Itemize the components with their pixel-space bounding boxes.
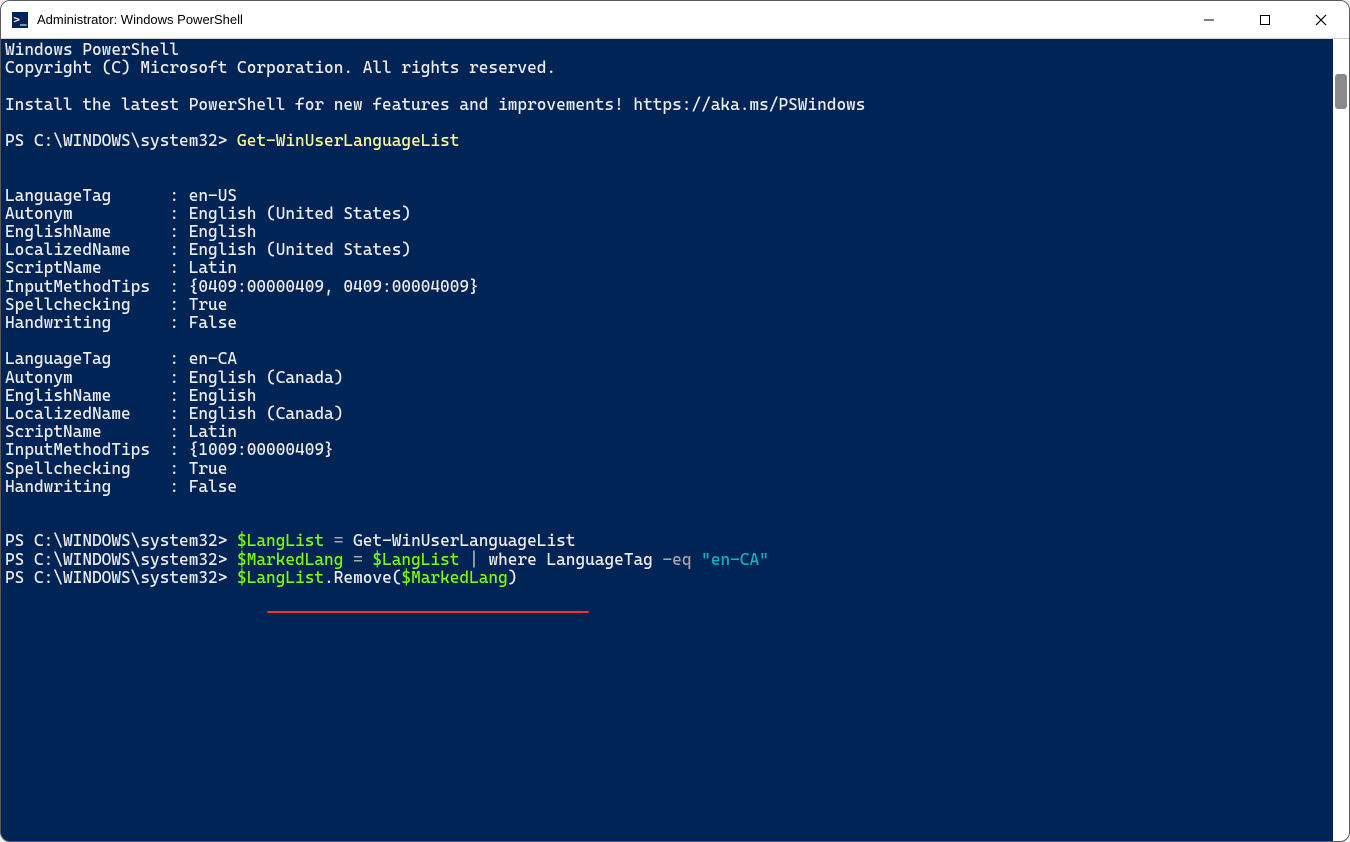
lang1-english: EnglishName : English: [5, 222, 256, 241]
lang2-hand: Handwriting : False: [5, 477, 237, 496]
where-b: where: [488, 550, 536, 569]
window-title: Administrator: Windows PowerShell: [37, 12, 1181, 27]
console-area: Windows PowerShell Copyright (C) Microso…: [1, 39, 1349, 841]
var-marked-c: $MarkedLang: [401, 568, 507, 587]
prompt-2: PS C:\WINDOWS\system32>: [5, 531, 227, 550]
powershell-icon-glyph: >_: [13, 13, 26, 26]
lang1-localized: LocalizedName : English (United States): [5, 240, 411, 259]
var-marked-b: $MarkedLang: [237, 550, 343, 569]
command-1: Get-WinUserLanguageList: [237, 131, 459, 150]
lang2-spell: Spellchecking : True: [5, 459, 227, 478]
prompt-4: PS C:\WINDOWS\system32>: [5, 568, 227, 587]
eq-a: =: [324, 531, 353, 550]
lang2-english: EnglishName : English: [5, 386, 256, 405]
header-line2: Copyright (C) Microsoft Corporation. All…: [5, 58, 556, 77]
lang2-tag: LanguageTag : en-CA: [5, 349, 237, 368]
lang1-input: InputMethodTips : {0409:00000409, 0409:0…: [5, 277, 479, 296]
annotation-underline: [267, 611, 589, 613]
lang1-spell: Spellchecking : True: [5, 295, 227, 314]
close-c: ): [508, 568, 518, 587]
lang2-localized: LocalizedName : English (Canada): [5, 404, 343, 423]
var-langlist-c: $LangList: [237, 568, 324, 587]
prompt-3: PS C:\WINDOWS\system32>: [5, 550, 227, 569]
window-controls: [1181, 1, 1349, 38]
scrollbar-track[interactable]: [1333, 39, 1349, 841]
header-line1: Windows PowerShell: [5, 40, 179, 59]
close-icon: [1315, 14, 1327, 26]
eq-b: =: [343, 550, 372, 569]
var-langlist-a: $LangList: [237, 531, 324, 550]
lang1-tag: LanguageTag : en-US: [5, 186, 237, 205]
lang1-script: ScriptName : Latin: [5, 258, 237, 277]
console-output[interactable]: Windows PowerShell Copyright (C) Microso…: [1, 39, 1333, 841]
prop-b: LanguageTag: [546, 550, 652, 569]
method-c: .Remove(: [324, 568, 401, 587]
lang2-autonym: Autonym : English (Canada): [5, 368, 343, 387]
rest-a: Get-WinUserLanguageList: [353, 531, 575, 550]
prompt-1: PS C:\WINDOWS\system32>: [5, 131, 227, 150]
pipe-b: |: [459, 550, 488, 569]
header-install: Install the latest PowerShell for new fe…: [5, 95, 865, 114]
lang2-input: InputMethodTips : {1009:00000409}: [5, 440, 334, 459]
param-b: -eq: [653, 550, 701, 569]
maximize-button[interactable]: [1237, 1, 1293, 38]
str-b: "en-CA": [701, 550, 769, 569]
lang2-script: ScriptName : Latin: [5, 422, 237, 441]
lang1-autonym: Autonym : English (United States): [5, 204, 411, 223]
scrollbar-thumb[interactable]: [1335, 74, 1347, 109]
minimize-button[interactable]: [1181, 1, 1237, 38]
maximize-icon: [1259, 14, 1271, 26]
close-button[interactable]: [1293, 1, 1349, 38]
powershell-icon: >_: [11, 11, 29, 29]
var-langlist-b: $LangList: [372, 550, 459, 569]
lang1-hand: Handwriting : False: [5, 313, 237, 332]
minimize-icon: [1203, 14, 1215, 26]
powershell-window: >_ Administrator: Windows PowerShell Win…: [0, 0, 1350, 842]
titlebar[interactable]: >_ Administrator: Windows PowerShell: [1, 1, 1349, 39]
